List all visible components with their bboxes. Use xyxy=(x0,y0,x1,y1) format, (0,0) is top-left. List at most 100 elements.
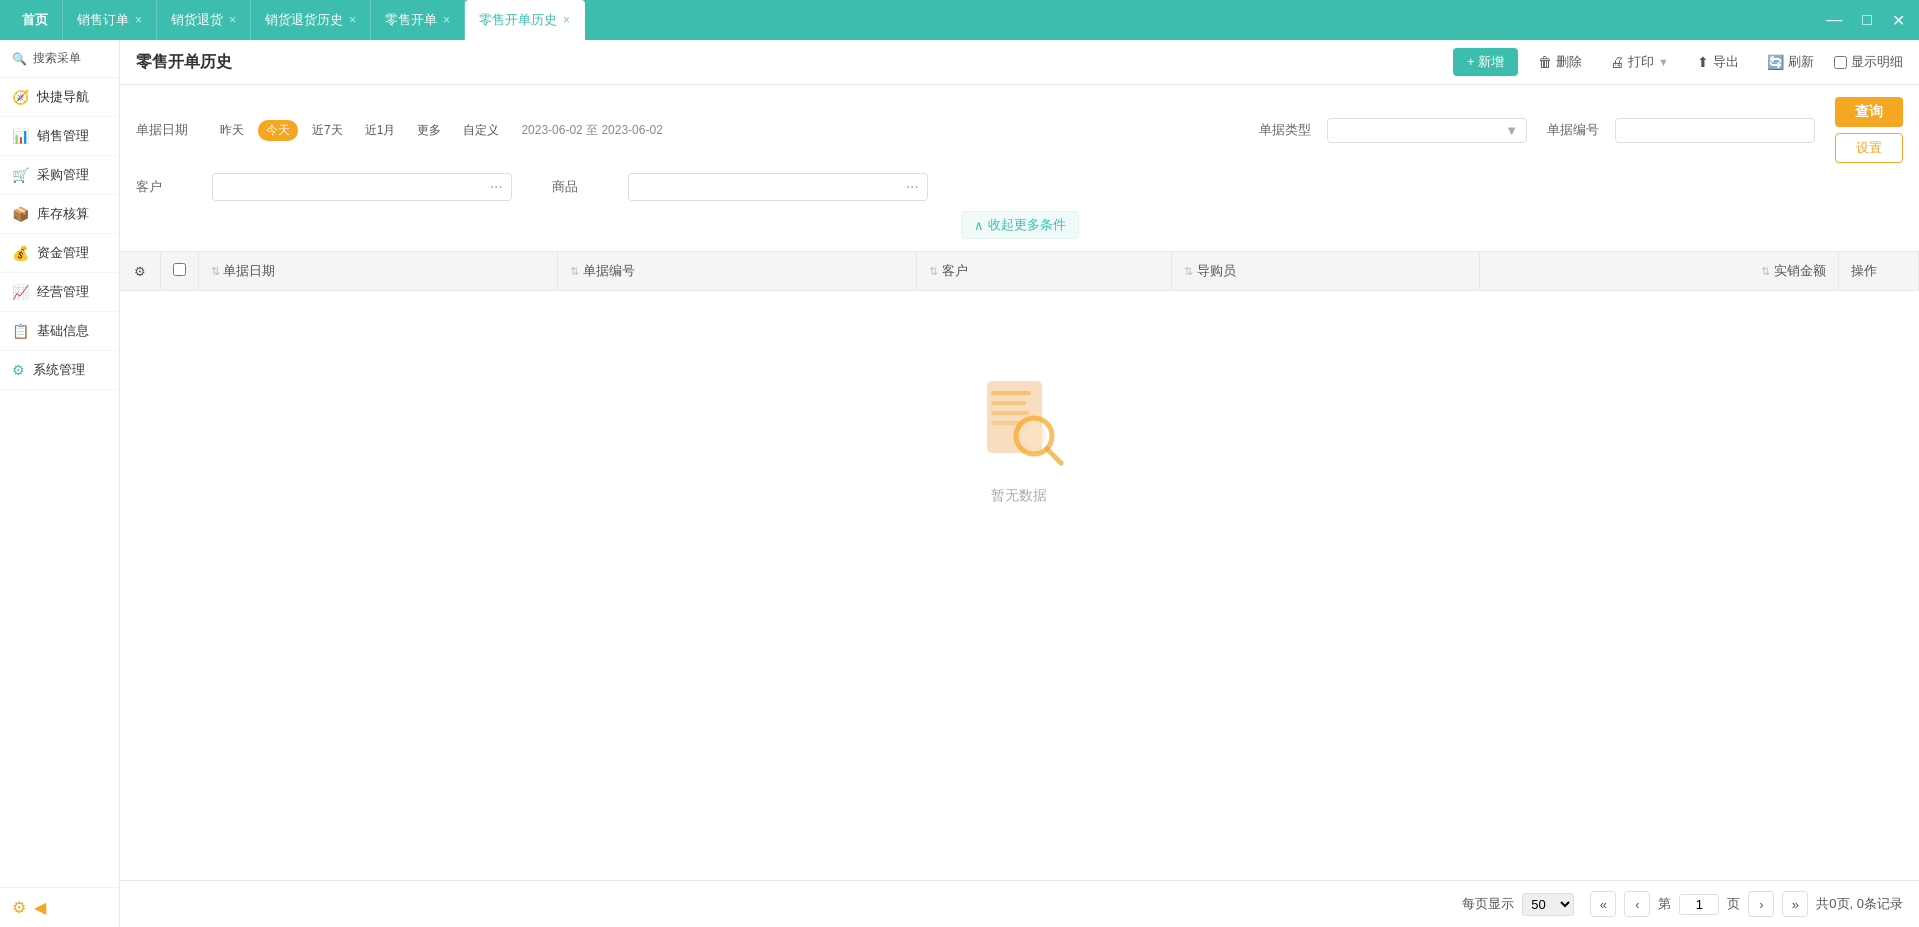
page-size-label: 每页显示 xyxy=(1462,895,1514,913)
window-controls: — □ ✕ xyxy=(1820,9,1911,32)
goods-dots-icon[interactable]: ··· xyxy=(906,178,919,196)
sidebar-item-system[interactable]: ⚙ 系统管理 xyxy=(0,351,119,390)
th-salesperson[interactable]: ⇅ 导购员 xyxy=(1172,252,1479,291)
sidebar-item-inventory[interactable]: 📦 库存核算 xyxy=(0,195,119,234)
doc-no-label: 单据编号 xyxy=(1547,121,1607,139)
quicknav-icon: 🧭 xyxy=(12,89,29,105)
close-window-icon[interactable]: ✕ xyxy=(1886,9,1911,32)
refresh-icon: 🔄 xyxy=(1767,54,1784,70)
goods-input[interactable]: ··· xyxy=(628,173,928,201)
display-detail-checkbox[interactable]: 显示明细 xyxy=(1834,53,1903,71)
minimize-icon[interactable]: — xyxy=(1820,9,1848,32)
last-page-button[interactable]: » xyxy=(1782,891,1808,917)
setting-button[interactable]: 设置 xyxy=(1835,133,1903,163)
close-icon[interactable]: × xyxy=(349,13,356,27)
refresh-button[interactable]: 🔄 刷新 xyxy=(1759,49,1822,75)
maximize-icon[interactable]: □ xyxy=(1856,9,1878,32)
date-options: 昨天 今天 近7天 近1月 更多 自定义 2023-06-02 至 2023-0… xyxy=(212,120,663,141)
toolbar-actions: + 新增 🗑 删除 🖨 打印 ▼ ⬆ 导出 🔄 刷新 xyxy=(1453,48,1903,76)
tab-retail-order[interactable]: 零售开单 × xyxy=(371,0,465,40)
query-button[interactable]: 查询 xyxy=(1835,97,1903,127)
svg-rect-2 xyxy=(991,401,1026,405)
tab-return[interactable]: 销货退货 × xyxy=(157,0,251,40)
operations-icon: 📈 xyxy=(12,284,29,300)
page-suffix-label: 页 xyxy=(1727,895,1740,913)
doc-no-input[interactable] xyxy=(1615,118,1815,143)
tab-return-history[interactable]: 销货退货历史 × xyxy=(251,0,371,40)
table-body: 暂无数据 xyxy=(120,291,1919,586)
th-gear[interactable]: ⚙ xyxy=(120,252,160,291)
page-number-input[interactable] xyxy=(1679,894,1719,915)
display-detail-input[interactable] xyxy=(1834,56,1847,69)
table-area: ⚙ ⇅ 单据日期 ⇅ 单据编号 xyxy=(120,252,1919,880)
select-all-checkbox[interactable] xyxy=(173,263,186,276)
toolbar: 零售开单历史 + 新增 🗑 删除 🖨 打印 ▼ ⬆ 导出 🔄 xyxy=(120,40,1919,85)
th-customer[interactable]: ⇅ 客户 xyxy=(917,252,1172,291)
sidebar-item-label: 销售管理 xyxy=(37,127,89,145)
sidebar-search[interactable]: 🔍 搜索采单 xyxy=(0,40,119,78)
page-size-select[interactable]: 50 10 20 100 xyxy=(1522,893,1574,916)
select-arrow-icon: ▼ xyxy=(1505,123,1518,138)
data-table: ⚙ ⇅ 单据日期 ⇅ 单据编号 xyxy=(120,252,1919,585)
sidebar-item-label: 采购管理 xyxy=(37,166,89,184)
print-icon: 🖨 xyxy=(1610,54,1624,70)
date-opt-more[interactable]: 更多 xyxy=(409,120,449,141)
th-checkbox[interactable] xyxy=(160,252,198,291)
sidebar-item-sales[interactable]: 📊 销售管理 xyxy=(0,117,119,156)
customer-input[interactable]: ··· xyxy=(212,173,512,201)
date-opt-1month[interactable]: 近1月 xyxy=(357,120,404,141)
date-opt-7days[interactable]: 近7天 xyxy=(304,120,351,141)
close-icon[interactable]: × xyxy=(135,13,142,27)
sidebar-item-operations[interactable]: 📈 经营管理 xyxy=(0,273,119,312)
pagination: 每页显示 50 10 20 100 « ‹ 第 页 › » 共0页, xyxy=(120,880,1919,927)
tab-sales-order[interactable]: 销售订单 × xyxy=(63,0,157,40)
close-icon[interactable]: × xyxy=(443,13,450,27)
sidebar-item-label: 库存核算 xyxy=(37,205,89,223)
first-page-button[interactable]: « xyxy=(1590,891,1616,917)
delete-button[interactable]: 🗑 删除 xyxy=(1530,49,1590,75)
print-button[interactable]: 🖨 打印 ▼ xyxy=(1602,49,1677,75)
svg-rect-3 xyxy=(991,411,1029,415)
date-opt-custom[interactable]: 自定义 xyxy=(455,120,507,141)
svg-point-6 xyxy=(1022,424,1046,448)
collapse-button[interactable]: ∧ 收起更多条件 xyxy=(961,211,1079,239)
sidebar: 🔍 搜索采单 🧭 快捷导航 📊 销售管理 🛒 采购管理 📦 库存核算 💰 资金管… xyxy=(0,40,120,927)
collapse-icon[interactable]: ◀ xyxy=(34,898,46,917)
svg-rect-1 xyxy=(991,391,1031,395)
th-amount[interactable]: ⇅ 实销金额 xyxy=(1479,252,1838,291)
gear-icon[interactable]: ⚙ xyxy=(134,264,146,279)
date-label: 单据日期 xyxy=(136,121,196,139)
doc-type-select[interactable]: ▼ xyxy=(1327,118,1527,143)
sort-icon: ⇅ xyxy=(929,265,938,277)
table-header-row: ⚙ ⇅ 单据日期 ⇅ 单据编号 xyxy=(120,252,1919,291)
customer-dots-icon[interactable]: ··· xyxy=(490,178,503,196)
print-arrow-icon: ▼ xyxy=(1658,56,1669,68)
sidebar-item-finance[interactable]: 💰 资金管理 xyxy=(0,234,119,273)
basic-info-icon: 📋 xyxy=(12,323,29,339)
sort-icon: ⇅ xyxy=(570,265,579,277)
collapse-row: ∧ 收起更多条件 xyxy=(136,211,1903,239)
close-icon[interactable]: × xyxy=(229,13,236,27)
svg-line-7 xyxy=(1047,449,1061,463)
close-icon[interactable]: × xyxy=(563,13,570,27)
sidebar-item-basic-info[interactable]: 📋 基础信息 xyxy=(0,312,119,351)
sidebar-item-quicknav[interactable]: 🧭 快捷导航 xyxy=(0,78,119,117)
goods-label: 商品 xyxy=(552,178,612,196)
add-button[interactable]: + 新增 xyxy=(1453,48,1518,76)
tab-retail-order-history[interactable]: 零售开单历史 × xyxy=(465,0,585,40)
tab-home[interactable]: 首页 xyxy=(8,0,63,40)
date-opt-yesterday[interactable]: 昨天 xyxy=(212,120,252,141)
next-page-button[interactable]: › xyxy=(1748,891,1774,917)
prev-page-button[interactable]: ‹ xyxy=(1624,891,1650,917)
inventory-icon: 📦 xyxy=(12,206,29,222)
empty-state: 暂无数据 xyxy=(120,291,1919,585)
page-prefix-label: 第 xyxy=(1658,895,1671,913)
delete-icon: 🗑 xyxy=(1538,54,1552,70)
th-no[interactable]: ⇅ 单据编号 xyxy=(557,252,916,291)
settings-icon[interactable]: ⚙ xyxy=(12,898,26,917)
empty-icon xyxy=(969,371,1069,471)
th-date[interactable]: ⇅ 单据日期 xyxy=(198,252,557,291)
sidebar-item-purchase[interactable]: 🛒 采购管理 xyxy=(0,156,119,195)
export-button[interactable]: ⬆ 导出 xyxy=(1689,49,1747,75)
date-opt-today[interactable]: 今天 xyxy=(258,120,298,141)
